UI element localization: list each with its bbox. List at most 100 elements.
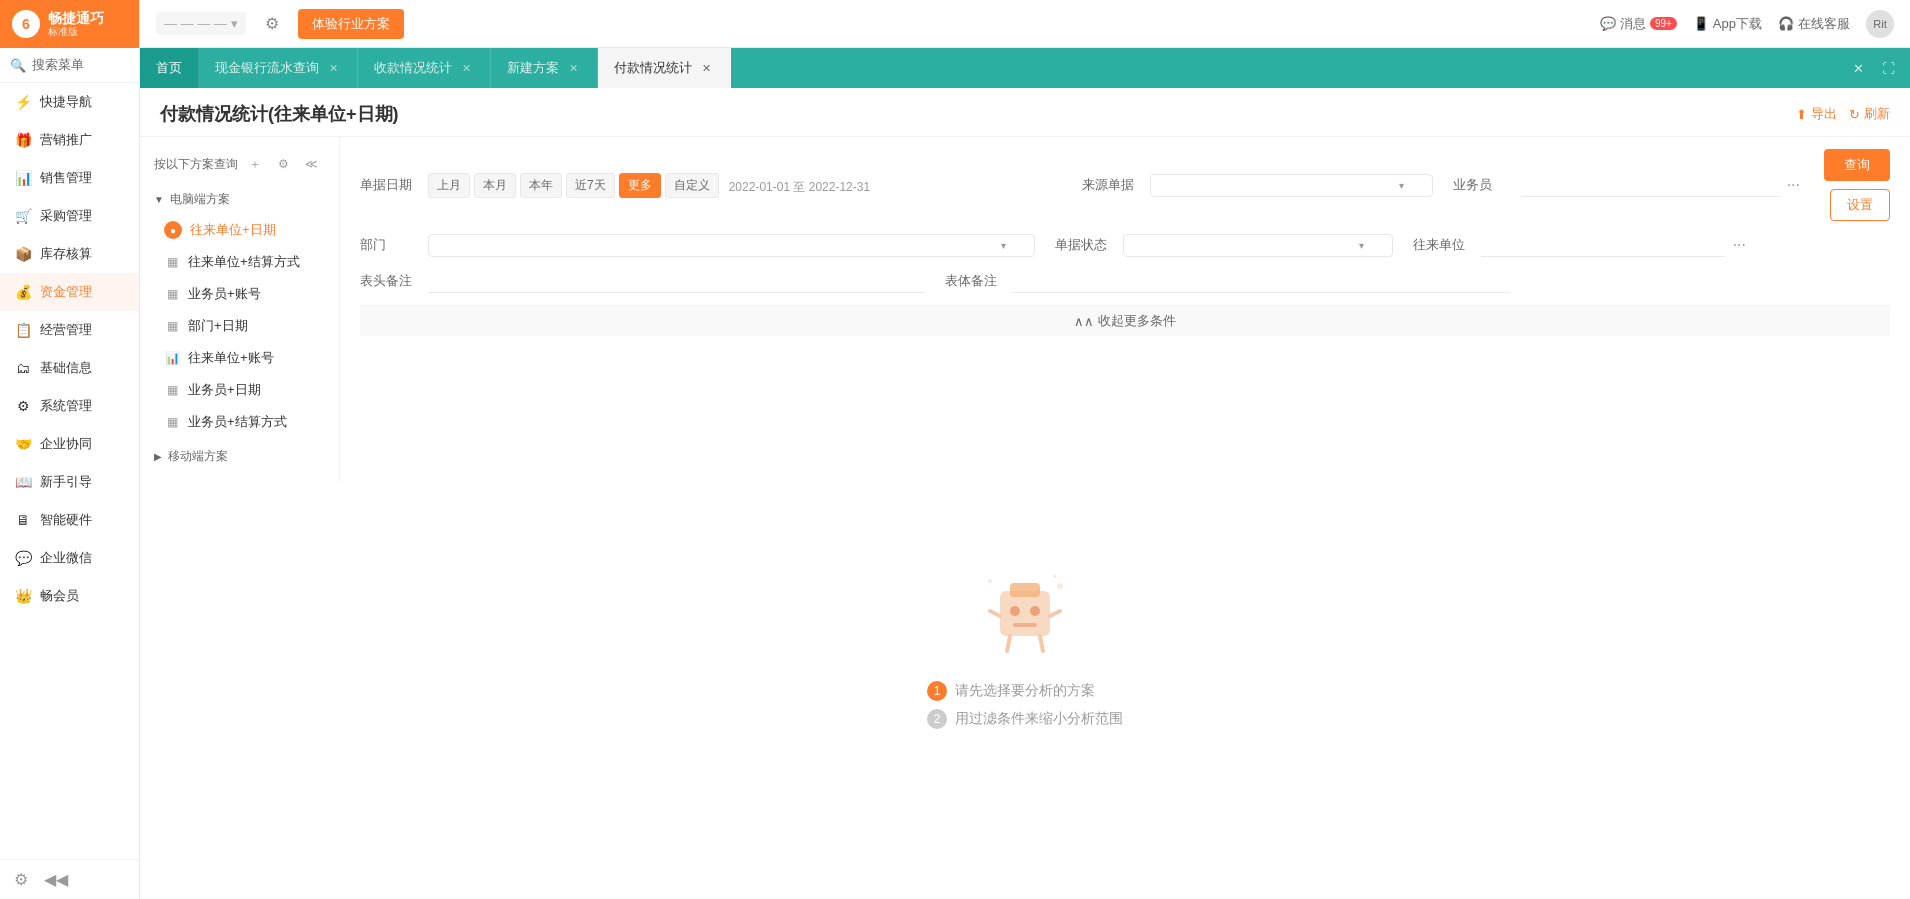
body-note-input[interactable] [1013,269,1510,293]
refresh-button[interactable]: ↻ 刷新 [1849,105,1890,123]
content-area: 付款情况统计(往来单位+日期) ⬆ 导出 ↻ 刷新 [140,88,1910,899]
last-month-btn[interactable]: 上月 [428,173,470,198]
sidebar-item-member[interactable]: 👑 畅会员 [0,577,139,615]
tab-new-scheme-close[interactable]: ✕ [565,60,581,76]
purchase-icon: 🛒 [14,207,32,225]
tab-bank-flow[interactable]: 现金银行流水查询 ✕ [199,48,358,88]
doc-status-label: 单据状态 [1055,236,1115,254]
last-7days-btn[interactable]: 近7天 [566,173,615,198]
scheme-icon: ▦ [164,286,180,302]
mobile-group-toggle[interactable]: ▶ 移动端方案 [140,442,339,471]
header-note-input[interactable] [428,269,925,293]
add-scheme-btn[interactable]: ＋ [244,153,266,175]
sidebar-item-hardware[interactable]: 🖥 智能硬件 [0,501,139,539]
tab-new-scheme[interactable]: 新建方案 ✕ [491,48,598,88]
trial-button[interactable]: 体验行业方案 [298,9,404,39]
footer-settings-btn[interactable]: ⚙ [14,870,28,889]
chevron-down-icon: ▾ [1399,180,1404,191]
tab-receipt-stats-close[interactable]: ✕ [458,60,474,76]
sidebar-item-label: 新手引导 [40,473,92,491]
app-download-btn[interactable]: 📱 App下载 [1693,15,1762,33]
filter-row-3: 表头备注 表体备注 [360,269,1890,293]
sidebar-item-label: 销售管理 [40,169,92,187]
sidebar-item-inventory[interactable]: 📦 库存核算 [0,235,139,273]
date-control: 上月 本月 本年 近7天 更多 自定义 2022-01-01 至 2022-12… [428,173,1062,198]
sidebar-item-label: 采购管理 [40,207,92,225]
dept-select[interactable]: ▾ [428,234,1035,257]
messages-btn[interactable]: 💬 消息 99+ [1600,15,1677,33]
sidebar-item-marketing[interactable]: 🎁 营销推广 [0,121,139,159]
salesperson-dots-btn[interactable]: ··· [1783,176,1804,194]
svg-line-5 [990,611,1000,616]
search-menu[interactable]: 🔍 搜索菜单 [0,48,139,83]
app-sub: 标准版 [48,26,104,38]
this-month-btn[interactable]: 本月 [474,173,516,198]
sidebar-item-enterprise[interactable]: 🤝 企业协同 [0,425,139,463]
scheme-item-s1[interactable]: ● 往来单位+日期 [140,214,339,246]
scheme-icon: ▦ [164,254,180,270]
sidebar-item-label: 经营管理 [40,321,92,339]
tip-text-1: 请先选择要分析的方案 [955,682,1095,700]
scheme-item-s3[interactable]: ▦ 业务员+账号 [140,278,339,310]
capital-icon: 💰 [14,283,32,301]
collapse-scheme-btn[interactable]: ≪ [300,153,322,175]
sidebar-item-weixin[interactable]: 💬 企业微信 [0,539,139,577]
sidebar-item-label: 基础信息 [40,359,92,377]
custom-btn[interactable]: 自定义 [665,173,719,198]
scheme-item-s4[interactable]: ▦ 部门+日期 [140,310,339,342]
topbar: — — — — ▾ ⚙ 体验行业方案 💬 消息 99+ 📱 App下载 🎧 在线… [140,0,1910,48]
sidebar-item-guide[interactable]: 📖 新手引导 [0,463,139,501]
company-selector[interactable]: — — — — ▾ [156,12,246,35]
gear-icon: ⚙ [265,14,279,33]
search-icon: 🔍 [10,58,26,73]
sidebar-item-operation[interactable]: 📋 经营管理 [0,311,139,349]
sidebar-item-purchase[interactable]: 🛒 采购管理 [0,197,139,235]
partner-dots-btn[interactable]: ··· [1729,236,1750,254]
settings-button[interactable]: ⚙ [258,10,286,38]
user-info[interactable]: Rit [1866,10,1894,38]
filter-doc-status: 单据状态 ▾ [1055,234,1393,257]
tab-payment-stats[interactable]: 付款情况统计 ✕ [598,48,731,88]
close-tab-btn[interactable]: ✕ [1844,54,1872,82]
query-button[interactable]: 查询 [1824,149,1890,181]
sidebar-item-basic-info[interactable]: 🗂 基础信息 [0,349,139,387]
tab-bank-flow-close[interactable]: ✕ [325,60,341,76]
this-year-btn[interactable]: 本年 [520,173,562,198]
footer-collapse-btn[interactable]: ◀◀ [44,870,68,889]
sidebar-item-sales[interactable]: 📊 销售管理 [0,159,139,197]
fullscreen-btn[interactable]: ⛶ [1874,54,1902,82]
partner-label: 往来单位 [1413,236,1473,254]
svg-rect-0 [1000,591,1050,636]
partner-input[interactable] [1481,233,1725,257]
scheme-item-s2[interactable]: ▦ 往来单位+结算方式 [140,246,339,278]
export-button[interactable]: ⬆ 导出 [1796,105,1837,123]
tab-payment-stats-label: 付款情况统计 [614,59,692,77]
tip-num-1: 1 [927,681,947,701]
more-btn[interactable]: 更多 [619,173,661,198]
sidebar-item-system[interactable]: ⚙ 系统管理 [0,387,139,425]
app-download-label: App下载 [1713,15,1762,33]
scheme-item-s7[interactable]: ▦ 业务员+结算方式 [140,406,339,438]
pc-group-toggle[interactable]: ▼ 电脑端方案 [140,185,339,214]
scheme-item-s6[interactable]: ▦ 业务员+日期 [140,374,339,406]
marketing-icon: 🎁 [14,131,32,149]
sidebar-item-label: 营销推广 [40,131,92,149]
setting-button[interactable]: 设置 [1830,189,1890,221]
tab-payment-stats-close[interactable]: ✕ [698,60,714,76]
online-service-btn[interactable]: 🎧 在线客服 [1778,15,1850,33]
tab-receipt-stats[interactable]: 收款情况统计 ✕ [358,48,491,88]
scheme-item-label: 部门+日期 [188,317,248,335]
sidebar-item-quick-nav[interactable]: ⚡ 快捷导航 [0,83,139,121]
scheme-item-s5[interactable]: 📊 往来单位+账号 [140,342,339,374]
salesperson-input[interactable] [1521,173,1779,197]
filter-actions: 查询 设置 [1824,149,1890,221]
tab-home[interactable]: 首页 [140,48,199,88]
source-select[interactable]: ▾ [1150,174,1433,197]
messages-label: 消息 [1620,15,1646,33]
sidebar-item-capital[interactable]: 💰 资金管理 [0,273,139,311]
doc-status-select[interactable]: ▾ [1123,234,1393,257]
sidebar: 6 畅捷通巧 标准版 🔍 搜索菜单 ⚡ 快捷导航 🎁 营销推广 📊 销售管理 🛒… [0,0,140,899]
date-label: 单据日期 [360,176,420,194]
collapse-more-button[interactable]: ∧∧ 收起更多条件 [360,305,1890,336]
scheme-settings-btn[interactable]: ⚙ [272,153,294,175]
